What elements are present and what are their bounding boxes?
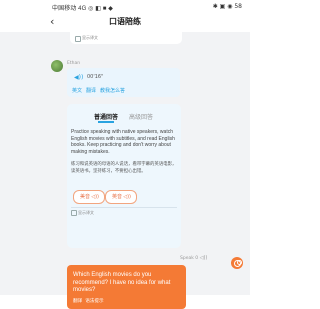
answer-chinese-text: 练习和说英语的母语的人说话，看带字幕的英语电影，读英语书。坚持练习，不要担心出错… [71, 162, 177, 174]
answer-tabs: 普通回答 高级回答 [67, 112, 181, 123]
teach-me-answer-button[interactable]: 教我怎么答 [100, 88, 125, 94]
show-translation-checkbox[interactable] [75, 36, 81, 42]
show-translation-checkbox[interactable] [71, 210, 77, 216]
speak-score-value: 0 [195, 256, 199, 261]
divider [71, 207, 177, 208]
speaker-icon: ◁)) [91, 194, 99, 200]
system-icons: ✱ ▣ ◉ 58 [212, 3, 242, 10]
ethan-avatar[interactable] [51, 60, 63, 72]
ethan-voice-message[interactable]: ◀)) 00'16" 英文 翻译 教我怎么答 [67, 68, 180, 97]
volume-icon[interactable]: ◁)) [200, 255, 208, 261]
show-translation-label: 显示译文 [78, 210, 94, 215]
previous-message-card: 显示译文 [70, 30, 182, 44]
show-english-button[interactable]: 英文 [72, 88, 82, 94]
grammar-tip-button[interactable]: 语法提示 [85, 299, 103, 304]
translate-button[interactable]: 翻译 [73, 299, 82, 304]
active-tab-indicator [98, 121, 114, 123]
suggested-answer-card: 普通回答 高级回答 Practice speaking with native … [67, 104, 181, 248]
american-accent-label: 美音 [80, 194, 91, 200]
british-accent-label: 英音 [112, 194, 123, 200]
user-question-text: Which English movies do you recommend? I… [73, 272, 171, 293]
user-message-actions: 翻译 语法提示 [73, 298, 107, 304]
tab-advanced-answer[interactable]: 高级回答 [129, 112, 153, 121]
chat-area[interactable]: 显示译文 Ethan ◀)) 00'16" 英文 翻译 教我怎么答 普通回答 高级回… [0, 30, 250, 309]
answer-english-text: Practice speaking with native speakers, … [71, 129, 175, 156]
american-accent-button[interactable]: 美音 ◁)) [73, 190, 105, 204]
carrier-label: 中国移动 4G ◎ ◧ ■ ◆ [52, 6, 113, 12]
speaker-icon: ◁)) [123, 194, 131, 200]
user-avatar[interactable] [231, 257, 243, 269]
british-accent-button[interactable]: 英音 ◁)) [105, 190, 137, 204]
voice-duration: 00'16" [87, 74, 104, 80]
speak-label: Speak [180, 256, 194, 261]
speak-score: Speak 0 ◁)) [180, 255, 207, 261]
translate-button[interactable]: 翻译 [86, 88, 96, 94]
nav-bar: ‹ 口语陪练 [0, 12, 250, 32]
message-actions: 英文 翻译 教我怎么答 [72, 87, 129, 94]
status-bar: 中国移动 4G ◎ ◧ ■ ◆ ✱ ▣ ◉ 58 [0, 0, 250, 12]
user-message-bubble[interactable]: Which English movies do you recommend? I… [67, 265, 186, 309]
show-translation-label: 显示译文 [82, 35, 98, 40]
page-title: 口语陪练 [109, 17, 141, 26]
voice-play-icon[interactable]: ◀)) [74, 74, 83, 81]
tab-normal-answer[interactable]: 普通回答 [94, 112, 118, 121]
ethan-name: Ethan [67, 61, 81, 66]
